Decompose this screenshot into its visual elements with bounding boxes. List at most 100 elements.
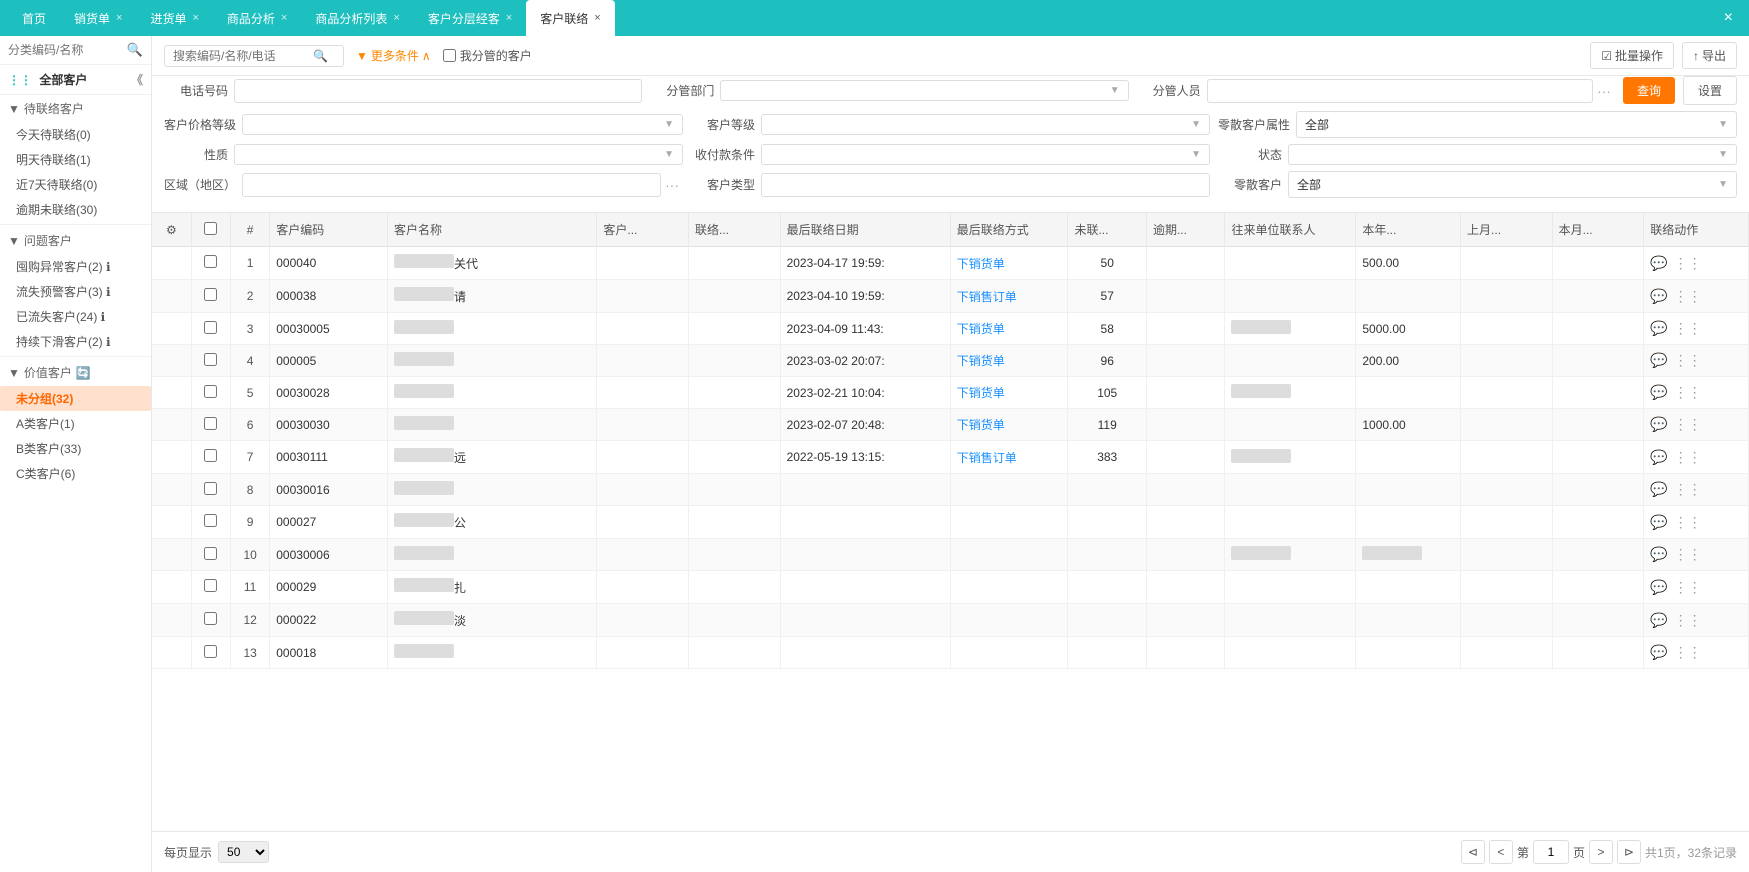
export-button[interactable]: ↑ 导出 [1682, 42, 1737, 69]
sidebar-item-hoarding[interactable]: 囤购异常客户(2) ℹ [0, 254, 151, 279]
region-dots-icon[interactable]: ··· [661, 177, 683, 193]
row-checkbox-cell[interactable] [191, 345, 230, 377]
row-checkbox[interactable] [204, 353, 217, 366]
row-checkbox-cell[interactable] [191, 313, 230, 345]
row-checkbox[interactable] [204, 255, 217, 268]
chat-icon[interactable]: 💬 [1650, 288, 1667, 305]
grid-action-icon[interactable]: ⋮⋮ [1674, 481, 1702, 498]
chat-icon[interactable]: 💬 [1650, 481, 1667, 498]
retail-attr-select[interactable]: 全部 ▼ [1296, 111, 1737, 138]
sidebar-item-declining[interactable]: 持续下滑客户(2) ℹ [0, 329, 151, 354]
row-checkbox-cell[interactable] [191, 637, 230, 669]
contact-method-link[interactable]: 下销售订单 [957, 451, 1017, 465]
region-input[interactable] [242, 173, 661, 197]
row-last-contact-method[interactable]: 下销货单 [950, 409, 1068, 441]
row-last-contact-method[interactable]: 下销货单 [950, 313, 1068, 345]
row-checkbox-cell[interactable] [191, 539, 230, 571]
contact-method-link[interactable]: 下销货单 [957, 354, 1005, 368]
grid-action-icon[interactable]: ⋮⋮ [1674, 320, 1702, 337]
chat-icon[interactable]: 💬 [1650, 449, 1667, 466]
my-customers-toggle[interactable]: 我分管的客户 [443, 47, 532, 64]
dept-select[interactable]: ▼ [720, 80, 1128, 101]
row-last-contact-method[interactable]: 下销售订单 [950, 280, 1068, 313]
row-checkbox-cell[interactable] [191, 571, 230, 604]
row-checkbox-cell[interactable] [191, 604, 230, 637]
grid-action-icon[interactable]: ⋮⋮ [1674, 384, 1702, 401]
phone-input[interactable] [234, 79, 642, 103]
query-button[interactable]: 查询 [1623, 77, 1675, 104]
not-contacted-column[interactable]: 未联... [1068, 213, 1147, 247]
chat-icon[interactable]: 💬 [1650, 612, 1667, 629]
contact-method-link[interactable]: 下销货单 [957, 257, 1005, 271]
checkbox-column[interactable] [191, 213, 230, 247]
sidebar-item-overdue[interactable]: 逾期未联络(30) [0, 197, 151, 222]
last-page-button[interactable]: ⊳ [1617, 840, 1641, 864]
type-column[interactable]: 客户... [597, 213, 689, 247]
row-checkbox[interactable] [204, 321, 217, 334]
contact-method-link[interactable]: 下销售订单 [957, 290, 1017, 304]
close-all-button[interactable]: × [1716, 9, 1741, 27]
sidebar-group-value[interactable]: ▼ 价值客户 🔄 [0, 359, 151, 386]
chat-icon[interactable]: 💬 [1650, 255, 1667, 272]
row-checkbox-cell[interactable] [191, 441, 230, 474]
sidebar-item-churned[interactable]: 已流失客户(24) ℹ [0, 304, 151, 329]
grid-action-icon[interactable]: ⋮⋮ [1674, 579, 1702, 596]
row-checkbox-cell[interactable] [191, 280, 230, 313]
first-page-button[interactable]: ⊲ [1461, 840, 1485, 864]
row-checkbox[interactable] [204, 417, 217, 430]
row-checkbox-cell[interactable] [191, 409, 230, 441]
chat-icon[interactable]: 💬 [1650, 416, 1667, 433]
grid-action-icon[interactable]: ⋮⋮ [1674, 352, 1702, 369]
this-year-column[interactable]: 本年... [1356, 213, 1461, 247]
nav-tab-product-analysis-list[interactable]: 商品分析列表 × [301, 0, 413, 36]
contact-column[interactable]: 联络... [688, 213, 780, 247]
manager-dots-icon[interactable]: ··· [1593, 83, 1615, 99]
nav-tab-product-analysis[interactable]: 商品分析 × [213, 0, 301, 36]
last-month-column[interactable]: 上月... [1461, 213, 1553, 247]
row-checkbox[interactable] [204, 579, 217, 592]
grid-action-icon[interactable]: ⋮⋮ [1674, 612, 1702, 629]
customer-type-input[interactable] [761, 173, 1210, 197]
purchase-tab-close[interactable]: × [192, 12, 198, 24]
row-checkbox[interactable] [204, 385, 217, 398]
sidebar-item-class-a[interactable]: A类客户(1) [0, 411, 151, 436]
name-column[interactable]: 客户名称 [388, 213, 597, 247]
chat-icon[interactable]: 💬 [1650, 514, 1667, 531]
nav-tab-customer-segment[interactable]: 客户分层经客 × [414, 0, 526, 36]
product-analysis-list-tab-close[interactable]: × [393, 12, 399, 24]
sidebar-item-tomorrow[interactable]: 明天待联络(1) [0, 147, 151, 172]
sidebar-item-ungrouped[interactable]: 未分组(32) [0, 386, 151, 411]
my-customers-checkbox[interactable] [443, 49, 456, 62]
chat-icon[interactable]: 💬 [1650, 644, 1667, 661]
page-input[interactable] [1533, 840, 1569, 864]
sidebar-all-customers[interactable]: ⋮⋮ 全部客户 《 [0, 65, 151, 95]
row-checkbox-cell[interactable] [191, 377, 230, 409]
grid-action-icon[interactable]: ⋮⋮ [1674, 288, 1702, 305]
search-input[interactable] [173, 49, 313, 63]
chat-icon[interactable]: 💬 [1650, 320, 1667, 337]
code-column[interactable]: 客户编码 [270, 213, 388, 247]
payment-select[interactable]: ▼ [761, 144, 1210, 165]
customer-level-select[interactable]: ▼ [761, 114, 1210, 135]
unit-contact-column[interactable]: 往来单位联系人 [1225, 213, 1356, 247]
row-checkbox[interactable] [204, 449, 217, 462]
sidebar-group-problem[interactable]: ▼ 问题客户 [0, 227, 151, 254]
reset-button[interactable]: 设置 [1683, 76, 1737, 105]
grid-action-icon[interactable]: ⋮⋮ [1674, 644, 1702, 661]
status-select[interactable]: ▼ [1288, 144, 1737, 165]
chat-icon[interactable]: 💬 [1650, 546, 1667, 563]
grid-action-icon[interactable]: ⋮⋮ [1674, 416, 1702, 433]
row-checkbox-cell[interactable] [191, 247, 230, 280]
sidebar-search-input[interactable] [8, 43, 127, 57]
contact-method-link[interactable]: 下销货单 [957, 386, 1005, 400]
sidebar-item-7days[interactable]: 近7天待联络(0) [0, 172, 151, 197]
row-last-contact-method[interactable]: 下销货单 [950, 345, 1068, 377]
row-last-contact-method[interactable]: 下销货单 [950, 247, 1068, 280]
grid-action-icon[interactable]: ⋮⋮ [1674, 514, 1702, 531]
prev-page-button[interactable]: < [1489, 840, 1513, 864]
row-checkbox[interactable] [204, 645, 217, 658]
row-checkbox[interactable] [204, 547, 217, 560]
customer-segment-tab-close[interactable]: × [506, 12, 512, 24]
grid-action-icon[interactable]: ⋮⋮ [1674, 449, 1702, 466]
retail-customer-select[interactable]: 全部 ▼ [1288, 171, 1737, 198]
